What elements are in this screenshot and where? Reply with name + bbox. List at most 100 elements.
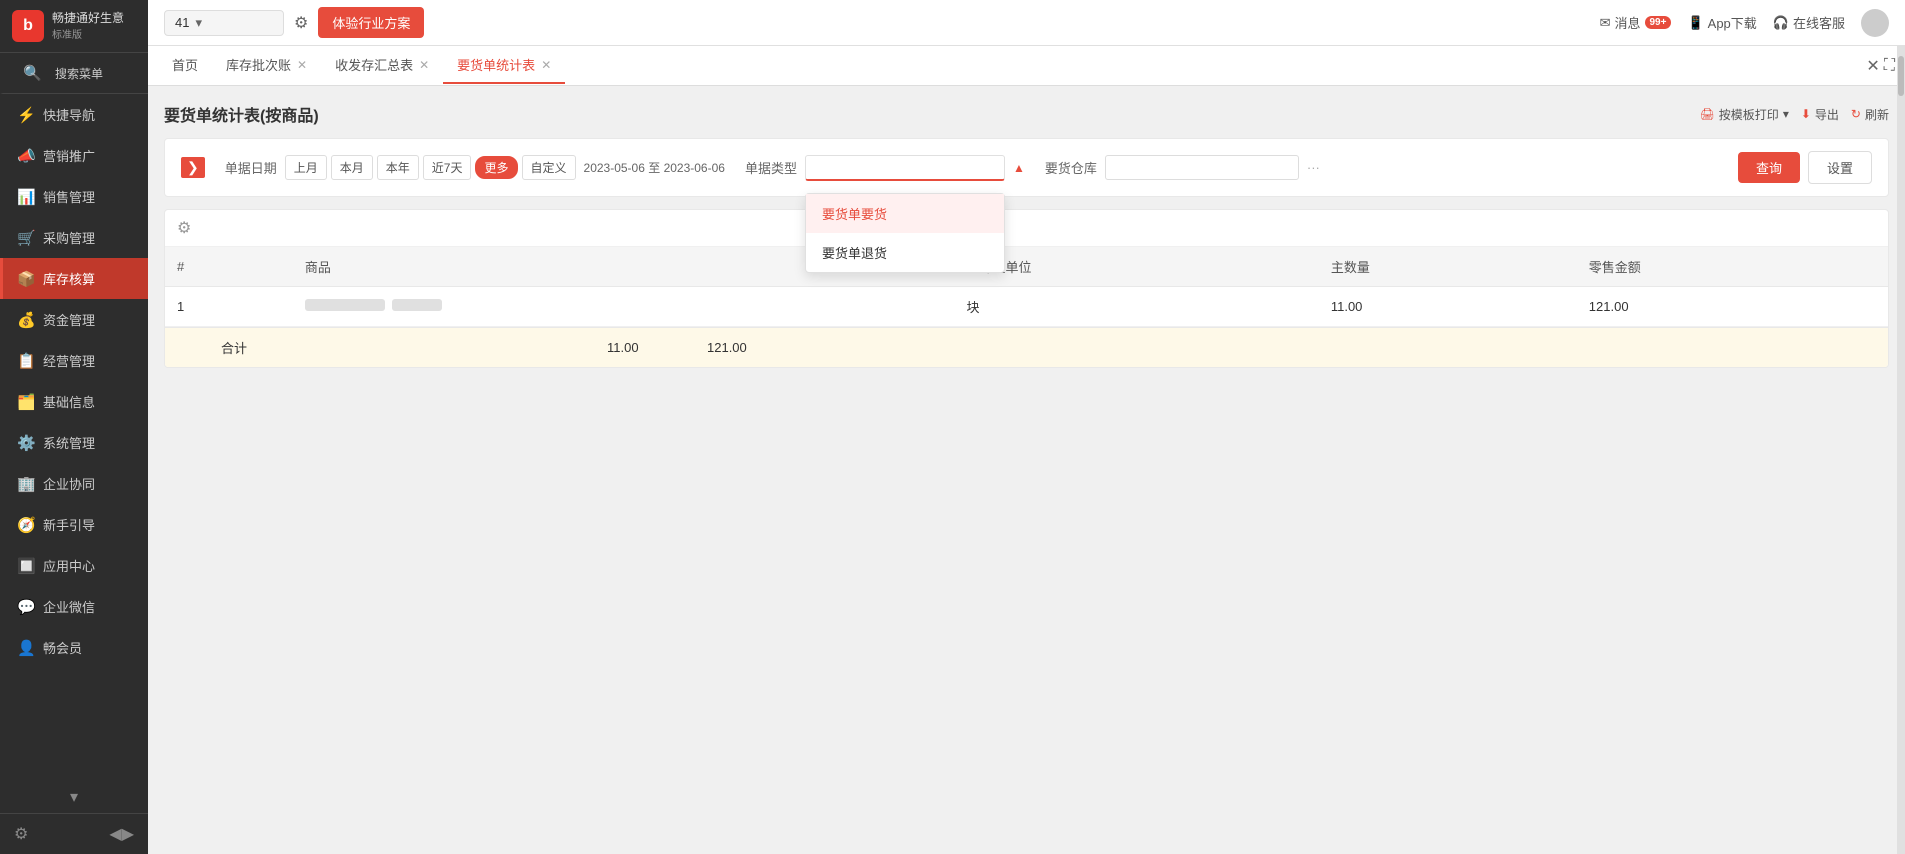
tab-home-label: 首页 — [172, 55, 198, 74]
sidebar-item-quick-nav[interactable]: ⚡ 快捷导航 — [0, 94, 148, 135]
sidebar-item-apps[interactable]: 🔲 应用中心 — [0, 545, 148, 586]
sidebar-item-system[interactable]: ⚙️ 系统管理 — [0, 422, 148, 463]
type-filter-group: 单据类型 ▲ — [745, 155, 1025, 181]
warehouse-filter-group: 要货仓库 ··· — [1045, 155, 1320, 180]
dropdown-item-order-goods[interactable]: 要货单要货 — [806, 194, 1004, 233]
tab-receivable-summary-label: 收发存汇总表 — [335, 55, 413, 74]
sidebar-item-base[interactable]: 🗂️ 基础信息 — [0, 381, 148, 422]
cell-num: 1 — [165, 287, 293, 327]
nav-label-sales: 销售管理 — [43, 187, 95, 206]
member-icon: 👤 — [17, 639, 35, 657]
warehouse-more-icon[interactable]: ··· — [1307, 160, 1320, 175]
tabs-close-all-icon[interactable]: ✕ — [1866, 56, 1879, 76]
print-button[interactable]: 🖨 按模板打印 ▾ — [1700, 106, 1789, 123]
filter-collapse-icon[interactable]: ❯ — [181, 157, 205, 178]
page-header: 要货单统计表(按商品) 🖨 按模板打印 ▾ ⬇ 导出 ↻ 刷新 — [164, 102, 1889, 126]
marketing-icon: 📣 — [17, 147, 35, 165]
tab-inventory-batch-close-icon[interactable]: ✕ — [297, 58, 307, 72]
filter-expand[interactable]: ❯ — [181, 157, 205, 178]
tabs-expand-icon[interactable]: ⛶ — [1884, 57, 1895, 75]
col-num: # — [165, 247, 293, 287]
store-name: 41 — [175, 15, 189, 30]
print-arrow-icon: ▾ — [1783, 107, 1789, 121]
sidebar-item-marketing[interactable]: 📣 营销推广 — [0, 135, 148, 176]
trial-button[interactable]: 体验行业方案 — [318, 7, 424, 38]
sidebar-item-weixin[interactable]: 💬 企业微信 — [0, 586, 148, 627]
service-label: 在线客服 — [1793, 13, 1845, 32]
tab-order-summary[interactable]: 要货单统计表 ✕ — [443, 47, 565, 84]
nav-label-purchase: 采购管理 — [43, 228, 95, 247]
sidebar-item-member[interactable]: 👤 畅会员 — [0, 627, 148, 668]
sidebar-item-purchase[interactable]: 🛒 采购管理 — [0, 217, 148, 258]
col-quantity: 主数量 — [1319, 247, 1577, 287]
online-service-item[interactable]: 🎧 在线客服 — [1773, 13, 1845, 32]
date-custom-btn[interactable]: 自定义 — [522, 155, 576, 180]
refresh-label: 刷新 — [1865, 106, 1889, 123]
main-content: 41 ▾ ⚙ 体验行业方案 ✉ 消息 99+ 📱 App下载 🎧 在线客服 — [148, 0, 1905, 854]
sidebar-item-operations[interactable]: 📋 经营管理 — [0, 340, 148, 381]
sidebar-scroll-down[interactable]: ▾ — [0, 781, 148, 813]
nav-label-guide: 新手引导 — [43, 515, 95, 534]
cell-unit: 块 — [954, 287, 1318, 327]
type-selector: ▲ — [805, 155, 1025, 181]
product-placeholder — [305, 299, 385, 311]
footer-quantity: 11.00 — [595, 340, 695, 355]
topbar-left: 41 ▾ ⚙ 体验行业方案 — [164, 7, 1600, 38]
tab-home[interactable]: 首页 — [158, 47, 212, 84]
app-download-item[interactable]: 📱 App下载 — [1687, 13, 1756, 32]
export-button[interactable]: ⬇ 导出 — [1801, 106, 1839, 123]
warehouse-filter-input[interactable] — [1105, 155, 1299, 180]
table-header-row: # 商品 主计量单位 主数量 零售金额 — [165, 247, 1888, 287]
date-more-btn[interactable]: 更多 — [475, 156, 517, 179]
tab-receivable-summary[interactable]: 收发存汇总表 ✕ — [321, 47, 443, 84]
nav-label-quick-nav: 快捷导航 — [43, 105, 95, 124]
filter-actions: 查询 设置 — [1738, 151, 1872, 184]
sidebar-item-enterprise[interactable]: 🏢 企业协同 — [0, 463, 148, 504]
store-selector[interactable]: 41 ▾ — [164, 10, 284, 36]
date-last-month-btn[interactable]: 上月 — [285, 155, 327, 180]
sidebar-search[interactable]: 🔍 搜索菜单 — [0, 53, 148, 94]
message-item[interactable]: ✉ 消息 99+ — [1600, 13, 1672, 32]
refresh-button[interactable]: ↻ 刷新 — [1851, 106, 1889, 123]
filter-settings-button[interactable]: 设置 — [1808, 151, 1872, 184]
query-button[interactable]: 查询 — [1738, 152, 1800, 183]
tab-inventory-batch-label: 库存批次账 — [226, 55, 291, 74]
tab-inventory-batch[interactable]: 库存批次账 ✕ — [212, 47, 321, 84]
dropdown-item-order-return[interactable]: 要货单退货 — [806, 233, 1004, 272]
warehouse-filter-label: 要货仓库 — [1045, 158, 1097, 177]
sidebar-item-guide[interactable]: 🧭 新手引导 — [0, 504, 148, 545]
date-7days-btn[interactable]: 近7天 — [423, 155, 472, 180]
finance-icon: 💰 — [17, 311, 35, 329]
table-wrap: ⚙ # 商品 主计量单位 主数量 零售金额 1 — [164, 209, 1889, 368]
type-filter-input[interactable] — [805, 155, 1005, 181]
logo-icon: b — [12, 10, 44, 42]
col-unit: 主计量单位 — [954, 247, 1318, 287]
table-toolbar: ⚙ — [165, 210, 1888, 247]
date-buttons: 上月 本月 本年 近7天 更多 自定义 — [285, 155, 576, 180]
sidebar-item-finance[interactable]: 💰 资金管理 — [0, 299, 148, 340]
avatar[interactable] — [1861, 9, 1889, 37]
tab-receivable-summary-close-icon[interactable]: ✕ — [419, 58, 429, 72]
logo-text: 畅捷通好生意 — [52, 11, 124, 27]
nav-label-marketing: 营销推广 — [43, 146, 95, 165]
data-table: # 商品 主计量单位 主数量 零售金额 1 块 — [165, 247, 1888, 327]
type-dropdown-up-icon[interactable]: ▲ — [1013, 161, 1025, 175]
search-icon: 🔍 — [23, 64, 41, 82]
page-title: 要货单统计表(按商品) — [164, 102, 319, 126]
table-column-settings-icon[interactable]: ⚙ — [177, 218, 191, 238]
weixin-icon: 💬 — [17, 598, 35, 616]
filter-bar: ❯ 单据日期 上月 本月 本年 近7天 更多 自定义 2023-05-06 至 … — [164, 138, 1889, 197]
tab-order-summary-close-icon[interactable]: ✕ — [541, 58, 551, 72]
product-code-placeholder — [392, 299, 442, 311]
collapse-icon[interactable]: ◀▶ — [109, 824, 134, 844]
date-range-text: 2023-05-06 至 2023-06-06 — [584, 159, 725, 176]
sidebar-item-sales[interactable]: 📊 销售管理 — [0, 176, 148, 217]
date-this-year-btn[interactable]: 本年 — [377, 155, 419, 180]
right-scrollbar[interactable] — [1897, 46, 1905, 854]
sidebar-item-inventory[interactable]: 📦 库存核算 — [0, 258, 148, 299]
operations-icon: 📋 — [17, 352, 35, 370]
cell-amount: 121.00 — [1577, 287, 1888, 327]
topbar-gear-icon[interactable]: ⚙ — [294, 13, 308, 33]
settings-icon[interactable]: ⚙ — [14, 824, 28, 844]
date-this-month-btn[interactable]: 本月 — [331, 155, 373, 180]
